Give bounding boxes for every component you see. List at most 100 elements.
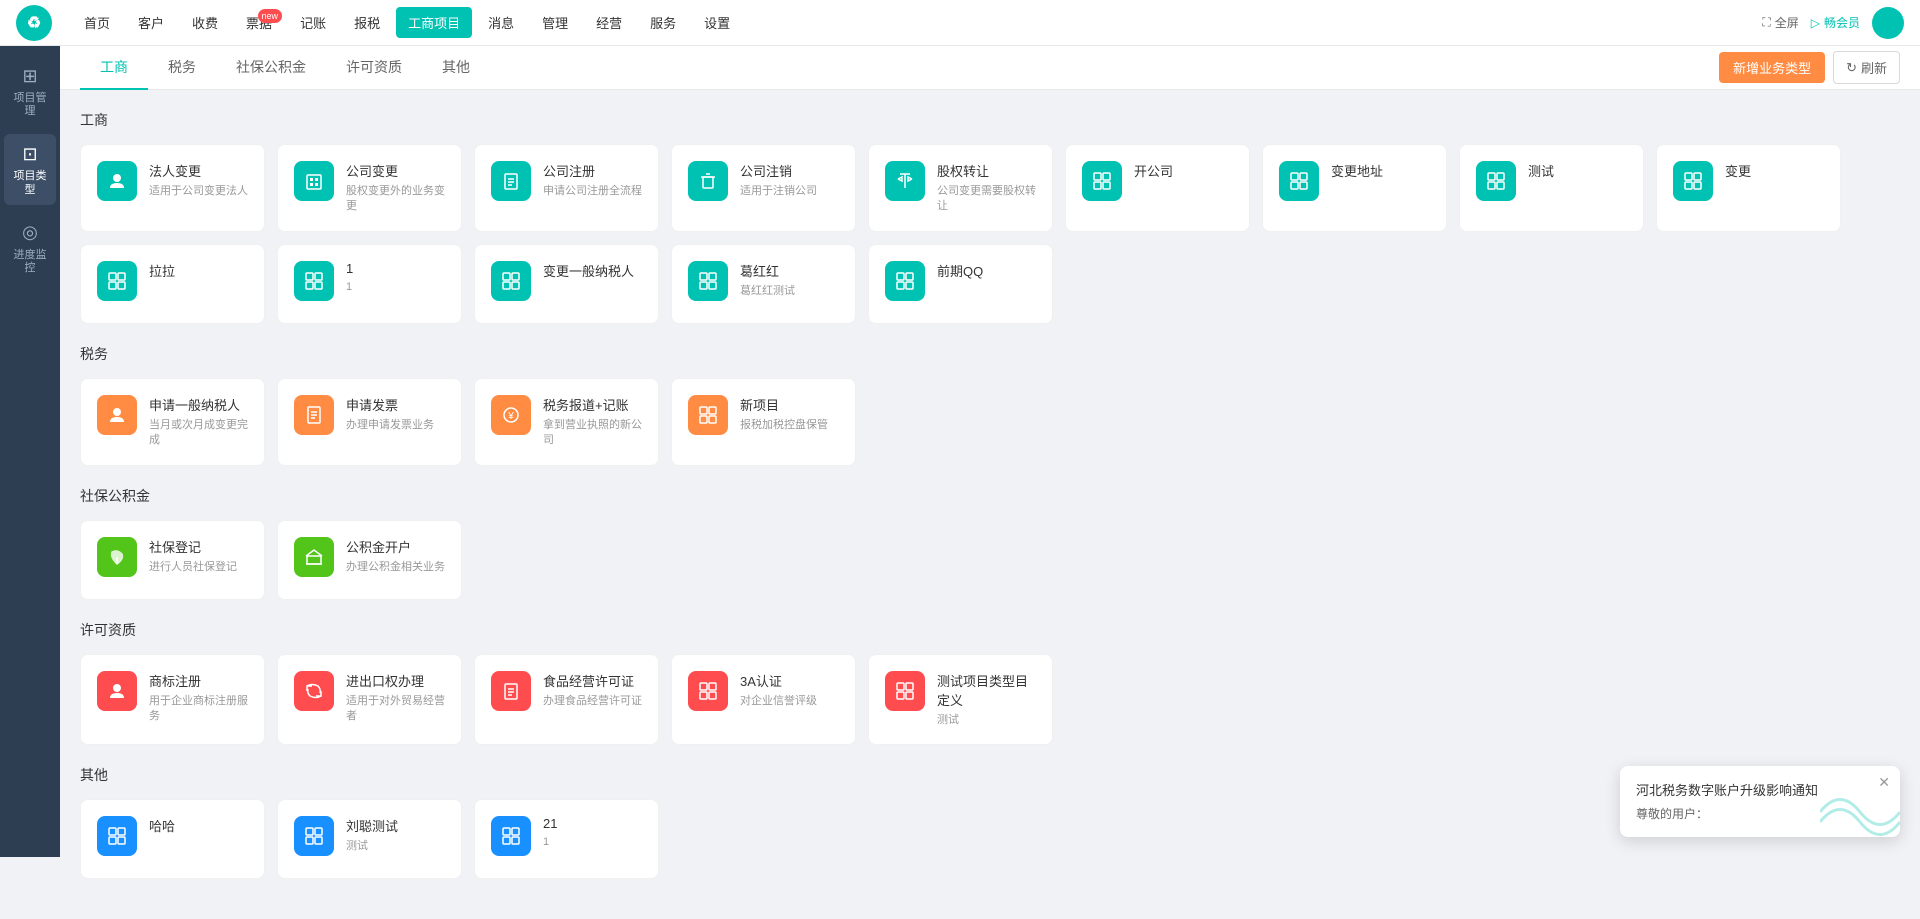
- biz-card-desc: 办理申请发票业务: [346, 418, 445, 433]
- nav-item-收费[interactable]: 收费: [180, 7, 230, 38]
- biz-card-name: 变更一般纳税人: [543, 261, 642, 280]
- biz-card-desc: 公司变更需要股权转让: [937, 184, 1036, 215]
- biz-card-info: 商标注册 用于企业商标注册服务: [149, 671, 248, 725]
- nav-item-客户[interactable]: 客户: [126, 7, 176, 38]
- nav-item-记账[interactable]: 记账: [288, 7, 338, 38]
- nav-item-报税[interactable]: 报税: [342, 7, 392, 38]
- biz-card-name: 申请发票: [346, 395, 445, 414]
- notification-popup: ✕ 河北税务数字账户升级影响通知 尊敬的用户：: [1620, 766, 1900, 837]
- sidebar-item-项目管理[interactable]: ⊞ 项目管理: [4, 56, 56, 126]
- cards-grid-社保公积金: 社保登记 进行人员社保登记 公积金开户 办理公积金相关业务: [80, 520, 1900, 600]
- biz-card-name: 前期QQ: [937, 261, 1036, 280]
- biz-card-icon: [97, 161, 137, 201]
- logo[interactable]: ♻: [16, 5, 52, 41]
- sidebar-item-进度监控[interactable]: ◎ 进度监控: [4, 213, 56, 283]
- subtab-其他[interactable]: 其他: [422, 46, 490, 90]
- refresh-icon: ↻: [1846, 60, 1857, 76]
- avatar[interactable]: [1872, 7, 1904, 39]
- subtab-税务[interactable]: 税务: [148, 46, 216, 90]
- biz-card-name: 税务报道+记账: [543, 395, 642, 414]
- biz-card-name: 公司变更: [346, 161, 445, 180]
- biz-card-info: 拉拉: [149, 261, 248, 284]
- biz-card[interactable]: 社保登记 进行人员社保登记: [80, 520, 265, 600]
- sidebar-item-项目类型[interactable]: ⊡ 项目类型: [4, 134, 56, 204]
- biz-card-name: 申请一般纳税人: [149, 395, 248, 414]
- biz-card[interactable]: 拉拉: [80, 244, 265, 324]
- biz-card-icon: [688, 671, 728, 711]
- biz-card-name: 变更: [1725, 161, 1824, 180]
- subtab-社保公积金[interactable]: 社保公积金: [216, 46, 326, 90]
- biz-card[interactable]: ¥ 税务报道+记账 拿到营业执照的新公司: [474, 378, 659, 466]
- biz-card[interactable]: 哈哈: [80, 799, 265, 879]
- biz-card-info: 测试: [1528, 161, 1627, 184]
- sidebar: ⊞ 项目管理 ⊡ 项目类型 ◎ 进度监控: [0, 46, 60, 857]
- new-type-button[interactable]: 新增业务类型: [1719, 52, 1825, 83]
- sidebar-label: 进度监控: [10, 249, 50, 275]
- sidebar-label: 项目类型: [10, 170, 50, 196]
- biz-card-name: 拉拉: [149, 261, 248, 280]
- biz-card-desc: 用于企业商标注册服务: [149, 694, 248, 725]
- nav-item-票据[interactable]: 票据new: [234, 7, 284, 38]
- biz-card[interactable]: 法人变更 适用于公司变更法人: [80, 144, 265, 232]
- biz-card[interactable]: 1 1: [277, 244, 462, 324]
- fullscreen-button[interactable]: ⛶ 全屏: [1762, 14, 1798, 31]
- biz-card-desc: 拿到营业执照的新公司: [543, 418, 642, 449]
- biz-card[interactable]: 商标注册 用于企业商标注册服务: [80, 654, 265, 745]
- biz-card[interactable]: 21 1: [474, 799, 659, 879]
- biz-card[interactable]: 公司注销 适用于注销公司: [671, 144, 856, 232]
- biz-card-name: 新项目: [740, 395, 839, 414]
- biz-card[interactable]: 测试项目类型目定义 测试: [868, 654, 1053, 745]
- biz-card[interactable]: 新项目 报税加税控盘保管: [671, 378, 856, 466]
- nav-item-设置[interactable]: 设置: [692, 7, 742, 38]
- biz-card[interactable]: 公司变更 股权变更外的业务变更: [277, 144, 462, 232]
- biz-card-desc: 办理公积金相关业务: [346, 560, 445, 575]
- biz-card-name: 测试: [1528, 161, 1627, 180]
- biz-card[interactable]: 变更: [1656, 144, 1841, 232]
- biz-card[interactable]: 申请一般纳税人 当月或次月成变更完成: [80, 378, 265, 466]
- biz-card[interactable]: 前期QQ: [868, 244, 1053, 324]
- biz-card-info: 公司注销 适用于注销公司: [740, 161, 839, 199]
- subtab-许可资质[interactable]: 许可资质: [326, 46, 422, 90]
- biz-card-icon: [688, 161, 728, 201]
- nav-item-首页[interactable]: 首页: [72, 7, 122, 38]
- biz-card[interactable]: 申请发票 办理申请发票业务: [277, 378, 462, 466]
- biz-card-icon: [294, 395, 334, 435]
- sub-tabs-bar: 工商税务社保公积金许可资质其他 新增业务类型 ↻ 刷新: [60, 46, 1920, 90]
- biz-card[interactable]: 刘聪测试 测试: [277, 799, 462, 879]
- biz-card[interactable]: 变更一般纳税人: [474, 244, 659, 324]
- biz-card-name: 法人变更: [149, 161, 248, 180]
- refresh-button[interactable]: ↻ 刷新: [1833, 51, 1900, 84]
- nav-item-管理[interactable]: 管理: [530, 7, 580, 38]
- biz-card[interactable]: 进出口权办理 适用于对外贸易经营者: [277, 654, 462, 745]
- biz-card[interactable]: 3A认证 对企业信誉评级: [671, 654, 856, 745]
- biz-card-info: 3A认证 对企业信誉评级: [740, 671, 839, 709]
- biz-card[interactable]: 变更地址: [1262, 144, 1447, 232]
- biz-card[interactable]: 测试: [1459, 144, 1644, 232]
- biz-card-icon: [1476, 161, 1516, 201]
- nav-item-消息[interactable]: 消息: [476, 7, 526, 38]
- biz-card[interactable]: 股权转让 公司变更需要股权转让: [868, 144, 1053, 232]
- biz-card-name: 哈哈: [149, 816, 248, 835]
- section-title-税务: 税务: [80, 344, 1900, 364]
- biz-card[interactable]: 公司注册 申请公司注册全流程: [474, 144, 659, 232]
- biz-card-name: 测试项目类型目定义: [937, 671, 1036, 709]
- biz-card-info: 开公司: [1134, 161, 1233, 184]
- biz-card-name: 变更地址: [1331, 161, 1430, 180]
- biz-card[interactable]: 公积金开户 办理公积金相关业务: [277, 520, 462, 600]
- biz-card-name: 公司注销: [740, 161, 839, 180]
- biz-card[interactable]: 食品经营许可证 办理食品经营许可证: [474, 654, 659, 745]
- biz-card-info: 公司变更 股权变更外的业务变更: [346, 161, 445, 215]
- biz-card[interactable]: 葛红红 葛红红测试: [671, 244, 856, 324]
- nav-item-服务[interactable]: 服务: [638, 7, 688, 38]
- nav-item-工商项目[interactable]: 工商项目: [396, 7, 472, 38]
- subtab-工商[interactable]: 工商: [80, 46, 148, 90]
- biz-card-icon: [885, 261, 925, 301]
- biz-card-icon: [1673, 161, 1713, 201]
- vip-button[interactable]: ▷ 畅会员: [1811, 14, 1860, 31]
- biz-card-icon: [885, 161, 925, 201]
- biz-card-icon: [1082, 161, 1122, 201]
- biz-card[interactable]: 开公司: [1065, 144, 1250, 232]
- biz-card-desc: 报税加税控盘保管: [740, 418, 839, 433]
- biz-card-name: 3A认证: [740, 671, 839, 690]
- nav-item-经营[interactable]: 经营: [584, 7, 634, 38]
